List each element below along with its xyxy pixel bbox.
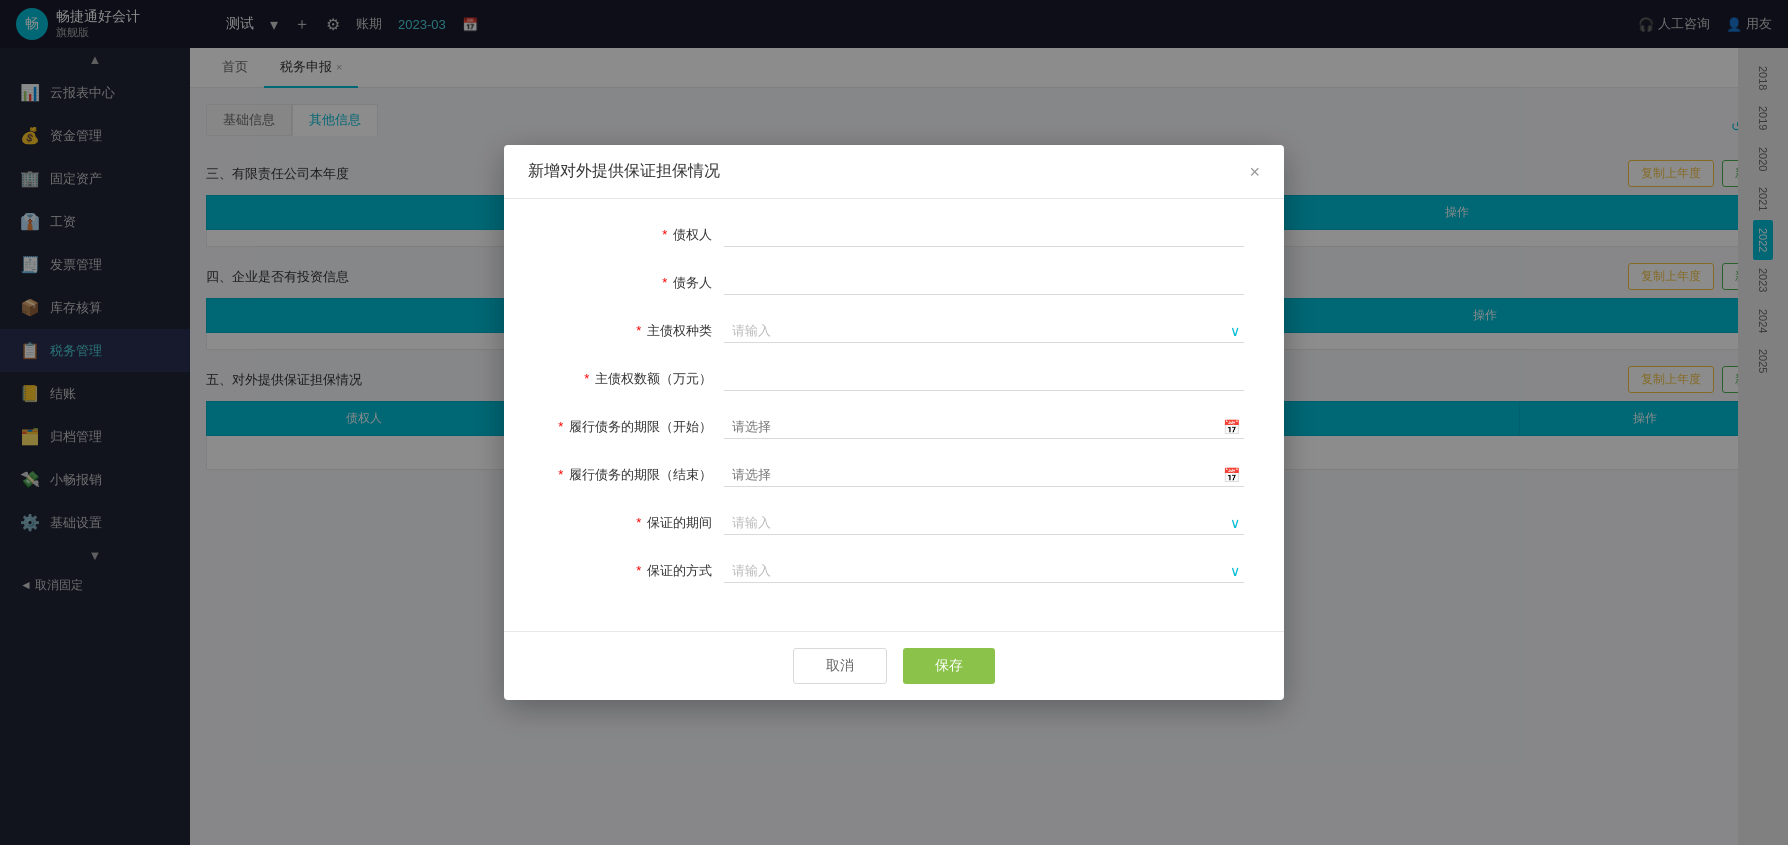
label-guarantee-method: * 保证的方式: [544, 562, 724, 580]
select-guarantee-period[interactable]: ∨: [724, 511, 1244, 535]
date-period-end[interactable]: 📅: [724, 463, 1244, 487]
form-row-period-start: * 履行债务的期限（开始） 📅: [544, 415, 1244, 439]
modal-footer: 取消 保存: [504, 631, 1284, 700]
form-row-period-end: * 履行债务的期限（结束） 📅: [544, 463, 1244, 487]
modal: 新增对外提供保证担保情况 × * 债权人 * 债务人: [504, 145, 1284, 700]
form-row-guarantee-method: * 保证的方式 ∨: [544, 559, 1244, 583]
input-guarantee-period[interactable]: [724, 511, 1230, 534]
input-period-end[interactable]: [724, 463, 1223, 486]
form-row-guarantee-period: * 保证的期间 ∨: [544, 511, 1244, 535]
calendar-end-icon[interactable]: 📅: [1223, 467, 1244, 483]
form-row-creditor-amount: * 主债权数额（万元）: [544, 367, 1244, 391]
label-creditor-amount: * 主债权数额（万元）: [544, 370, 724, 388]
label-period-start: * 履行债务的期限（开始）: [544, 418, 724, 436]
label-period-end: * 履行债务的期限（结束）: [544, 466, 724, 484]
input-period-start[interactable]: [724, 415, 1223, 438]
form-row-creditor-type: * 主债权种类 ∨: [544, 319, 1244, 343]
label-creditor: * 债权人: [544, 226, 724, 244]
input-debtor[interactable]: [724, 271, 1244, 295]
modal-title: 新增对外提供保证担保情况: [528, 161, 720, 182]
form-row-debtor: * 债务人: [544, 271, 1244, 295]
cancel-button[interactable]: 取消: [793, 648, 887, 684]
chevron-down-icon: ∨: [1230, 323, 1244, 339]
modal-body: * 债权人 * 债务人 * 主债权种类: [504, 199, 1284, 631]
modal-overlay: 新增对外提供保证担保情况 × * 债权人 * 债务人: [0, 0, 1788, 845]
label-debtor: * 债务人: [544, 274, 724, 292]
form-row-creditor: * 债权人: [544, 223, 1244, 247]
calendar-start-icon[interactable]: 📅: [1223, 419, 1244, 435]
input-creditor-type[interactable]: [724, 319, 1230, 342]
modal-close-button[interactable]: ×: [1249, 163, 1260, 181]
input-creditor-amount[interactable]: [724, 367, 1244, 391]
label-guarantee-period: * 保证的期间: [544, 514, 724, 532]
save-button[interactable]: 保存: [903, 648, 995, 684]
date-period-start[interactable]: 📅: [724, 415, 1244, 439]
input-creditor[interactable]: [724, 223, 1244, 247]
chevron-guarantee-method-icon: ∨: [1230, 563, 1244, 579]
modal-header: 新增对外提供保证担保情况 ×: [504, 145, 1284, 199]
input-guarantee-method[interactable]: [724, 559, 1230, 582]
chevron-guarantee-period-icon: ∨: [1230, 515, 1244, 531]
select-guarantee-method[interactable]: ∨: [724, 559, 1244, 583]
select-creditor-type[interactable]: ∨: [724, 319, 1244, 343]
label-creditor-type: * 主债权种类: [544, 322, 724, 340]
